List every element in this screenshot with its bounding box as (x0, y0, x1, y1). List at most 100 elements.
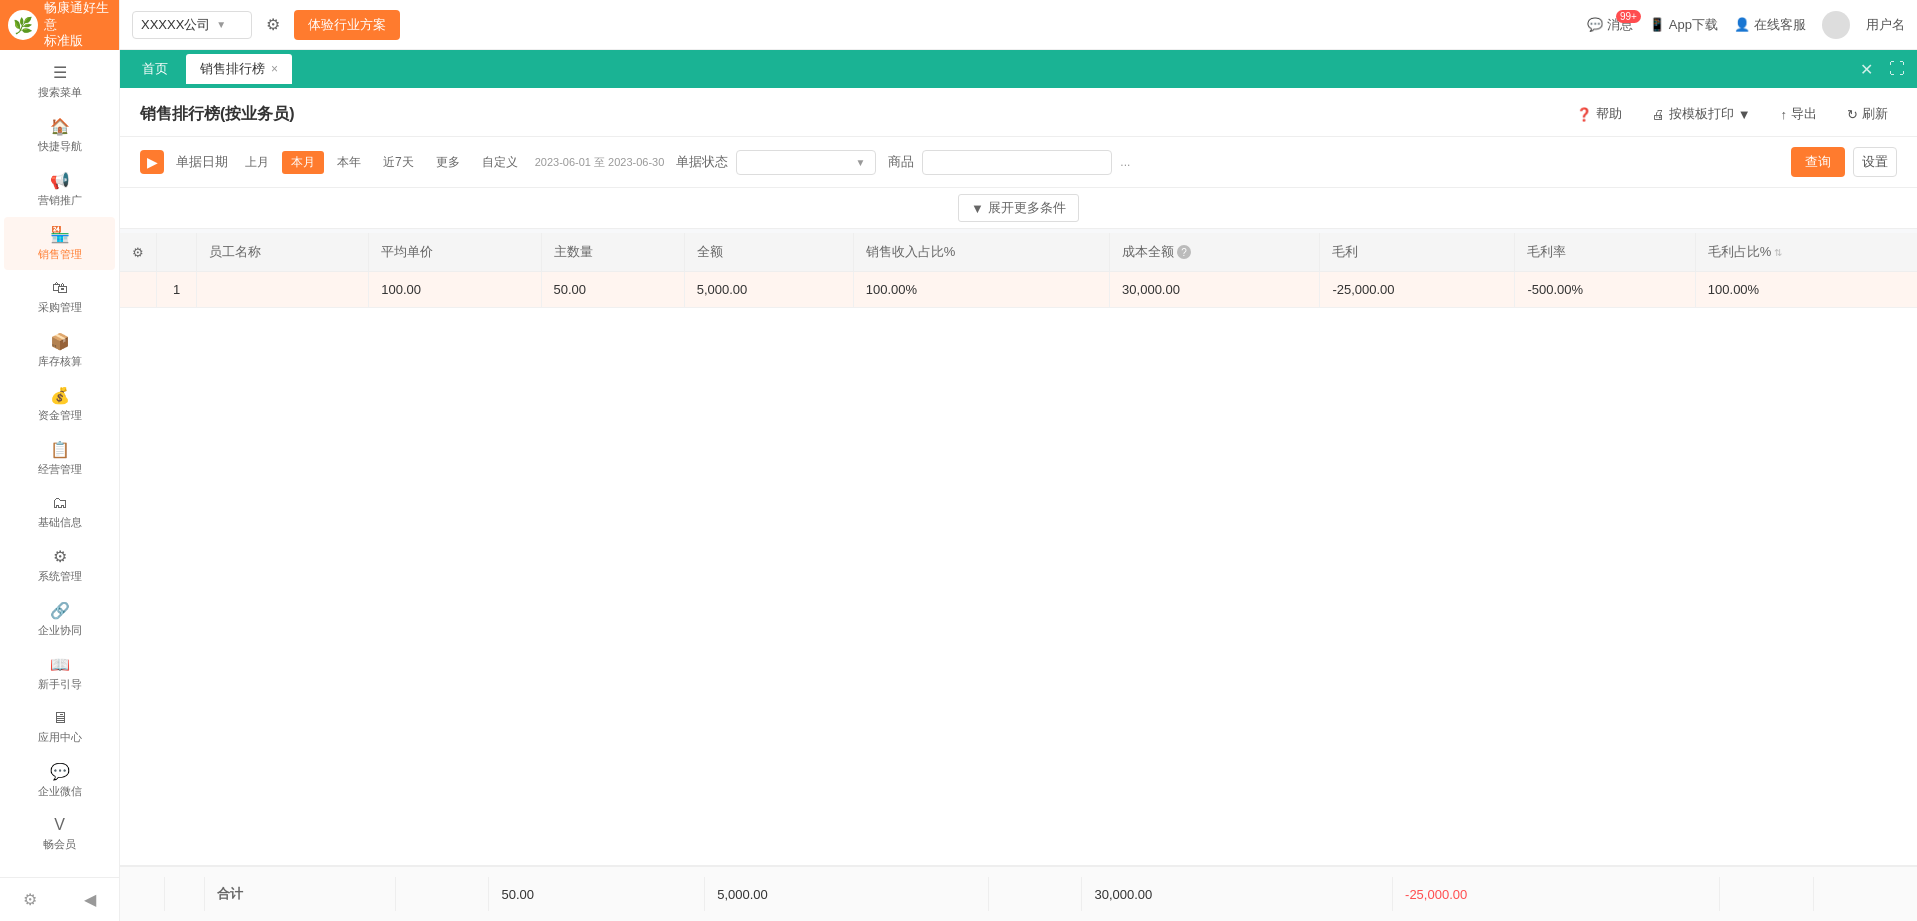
query-button[interactable]: 查询 (1791, 147, 1845, 177)
footer-table: 合计 50.00 5,000.00 30,000.00 -25,000.00 (132, 877, 1905, 911)
system-label: 系统管理 (38, 569, 82, 584)
sidebar-item-inventory[interactable]: 📦 库存核算 (4, 324, 115, 377)
col-sales-pct: 销售收入占比% (853, 233, 1109, 272)
trial-button[interactable]: 体验行业方案 (294, 10, 400, 40)
row-avg-price-0: 100.00 (369, 272, 541, 308)
footer-gross-pct (1813, 877, 1905, 911)
settings-button[interactable]: 设置 (1853, 147, 1897, 177)
date-tab-custom[interactable]: 自定义 (473, 151, 527, 174)
print-button[interactable]: 🖨 按模板打印 ▼ (1643, 100, 1760, 128)
refresh-icon: ↻ (1847, 107, 1858, 122)
appstore-label: 应用中心 (38, 730, 82, 745)
expand-conditions-btn[interactable]: ▼ 展开更多条件 (958, 194, 1079, 222)
footer-amount: 5,000.00 (705, 877, 988, 911)
date-range-display: 2023-06-01 至 2023-06-30 (535, 155, 665, 170)
sidebar-item-basic[interactable]: 🗂 基础信息 (4, 486, 115, 538)
goods-filter-input[interactable] (922, 150, 1112, 175)
wechat-label: 企业微信 (38, 784, 82, 799)
footer-sales-pct (988, 877, 1082, 911)
col-name: 员工名称 (197, 233, 369, 272)
tab-bar-close-icon[interactable]: ✕ (1856, 56, 1877, 83)
expand-row: ▼ 展开更多条件 (120, 188, 1917, 229)
expand-icon: ▼ (971, 201, 984, 216)
basic-label: 基础信息 (38, 515, 82, 530)
col-gross-pct: 毛利占比% ⇅ (1695, 233, 1917, 272)
sidebar-nav: ☰ 搜索菜单 🏠 快捷导航 📢 营销推广 🏪 销售管理 🛍 采购管理 📦 库存核… (0, 50, 119, 877)
sales-label: 销售管理 (38, 247, 82, 262)
row-settings-0[interactable] (120, 272, 157, 308)
tab-close-icon[interactable]: × (271, 62, 278, 76)
sidebar-item-finance[interactable]: 💰 资金管理 (4, 378, 115, 431)
online-service-link[interactable]: 👤 在线客服 (1734, 16, 1806, 34)
header-settings-icon[interactable]: ⚙ (262, 11, 284, 38)
wechat-icon: 💬 (50, 762, 70, 781)
col-quantity: 主数量 (541, 233, 684, 272)
sidebar-item-purchase[interactable]: 🛍 采购管理 (4, 271, 115, 323)
app-download-link[interactable]: 📱 App下载 (1649, 16, 1718, 34)
sales-icon: 🏪 (50, 225, 70, 244)
gross-pct-sort-icon[interactable]: ⇅ (1774, 247, 1782, 258)
refresh-button[interactable]: ↻ 刷新 (1838, 100, 1897, 128)
user-avatar[interactable] (1822, 11, 1850, 39)
sidebar-item-search[interactable]: ☰ 搜索菜单 (4, 55, 115, 108)
shortcut-icon: 🏠 (50, 117, 70, 136)
sidebar-item-operation[interactable]: 📋 经营管理 (4, 432, 115, 485)
date-tab-this-month[interactable]: 本月 (282, 151, 324, 174)
operation-icon: 📋 (50, 440, 70, 459)
export-button[interactable]: ↑ 导出 (1772, 100, 1827, 128)
date-tab-last-month[interactable]: 上月 (236, 151, 278, 174)
date-filter-group: 单据日期 上月 本月 本年 近7天 更多 自定义 2023-06-01 至 20… (176, 151, 664, 174)
search-icon: ☰ (53, 63, 67, 82)
collab-label: 企业协同 (38, 623, 82, 638)
table-container: ⚙ 员工名称 平均单价 主数量 全额 销售收入占比% 成本全额 ? (120, 233, 1917, 865)
sidebar-item-sales[interactable]: 🏪 销售管理 (4, 217, 115, 270)
filter-bar: ▶ 单据日期 上月 本月 本年 近7天 更多 自定义 2023-06-01 至 … (120, 137, 1917, 188)
collab-icon: 🔗 (50, 601, 70, 620)
sidebar-item-wechat[interactable]: 💬 企业微信 (4, 754, 115, 807)
date-tab-more[interactable]: 更多 (427, 151, 469, 174)
status-select[interactable]: ▼ (736, 150, 876, 175)
help-button[interactable]: ❓ 帮助 (1567, 100, 1631, 128)
purchase-label: 采购管理 (38, 300, 82, 315)
status-select-arrow: ▼ (855, 157, 865, 168)
date-tab-this-year[interactable]: 本年 (328, 151, 370, 174)
page-actions: ❓ 帮助 🖨 按模板打印 ▼ ↑ 导出 ↻ 刷新 (1567, 100, 1897, 128)
sidebar-collapse-icon[interactable]: ◀ (80, 886, 100, 913)
service-icon: 👤 (1734, 17, 1750, 32)
message-icon: 💬 (1587, 17, 1603, 32)
message-button[interactable]: 💬 消息 99+ (1587, 16, 1633, 34)
company-selector[interactable]: XXXXX公司 ▼ (132, 11, 252, 39)
footer-cost: 30,000.00 (1082, 877, 1393, 911)
member-icon: V (54, 816, 65, 834)
content-area: 销售排行榜(按业务员) ❓ 帮助 🖨 按模板打印 ▼ ↑ 导出 ↻ 刷新 (120, 88, 1917, 921)
cost-info-icon[interactable]: ? (1177, 245, 1191, 259)
footer-empty-rank (164, 877, 204, 911)
finance-icon: 💰 (50, 386, 70, 405)
refresh-label: 刷新 (1862, 105, 1888, 123)
sidebar-item-appstore[interactable]: 🖥 应用中心 (4, 701, 115, 753)
marketing-label: 营销推广 (38, 193, 82, 208)
sidebar-item-marketing[interactable]: 📢 营销推广 (4, 163, 115, 216)
col-settings[interactable]: ⚙ (120, 233, 157, 272)
goods-filter-more[interactable]: ... (1120, 155, 1130, 169)
sidebar-item-collab[interactable]: 🔗 企业协同 (4, 593, 115, 646)
col-avg-price: 平均单价 (369, 233, 541, 272)
row-gross-rate-0: -500.00% (1515, 272, 1695, 308)
sidebar-item-member[interactable]: V 畅会员 (4, 808, 115, 860)
sidebar-item-guide[interactable]: 📖 新手引导 (4, 647, 115, 700)
service-label: 在线客服 (1754, 16, 1806, 34)
tab-home[interactable]: 首页 (128, 54, 182, 84)
tab-sales-ranking[interactable]: 销售排行榜 × (186, 54, 292, 84)
sidebar-settings-icon[interactable]: ⚙ (19, 886, 41, 913)
sidebar-item-shortcut[interactable]: 🏠 快捷导航 (4, 109, 115, 162)
tab-bar-expand-icon[interactable]: ⛶ (1885, 56, 1909, 82)
row-gross-0: -25,000.00 (1320, 272, 1515, 308)
col-cost: 成本全额 ? (1110, 233, 1320, 272)
date-tab-7days[interactable]: 近7天 (374, 151, 423, 174)
member-label: 畅会员 (43, 837, 76, 852)
date-filter-label: 单据日期 (176, 153, 228, 171)
sidebar-item-system[interactable]: ⚙ 系统管理 (4, 539, 115, 592)
data-table: ⚙ 员工名称 平均单价 主数量 全额 销售收入占比% 成本全额 ? (120, 233, 1917, 308)
user-name[interactable]: 用户名 (1866, 16, 1905, 34)
filter-toggle-btn[interactable]: ▶ (140, 150, 164, 174)
